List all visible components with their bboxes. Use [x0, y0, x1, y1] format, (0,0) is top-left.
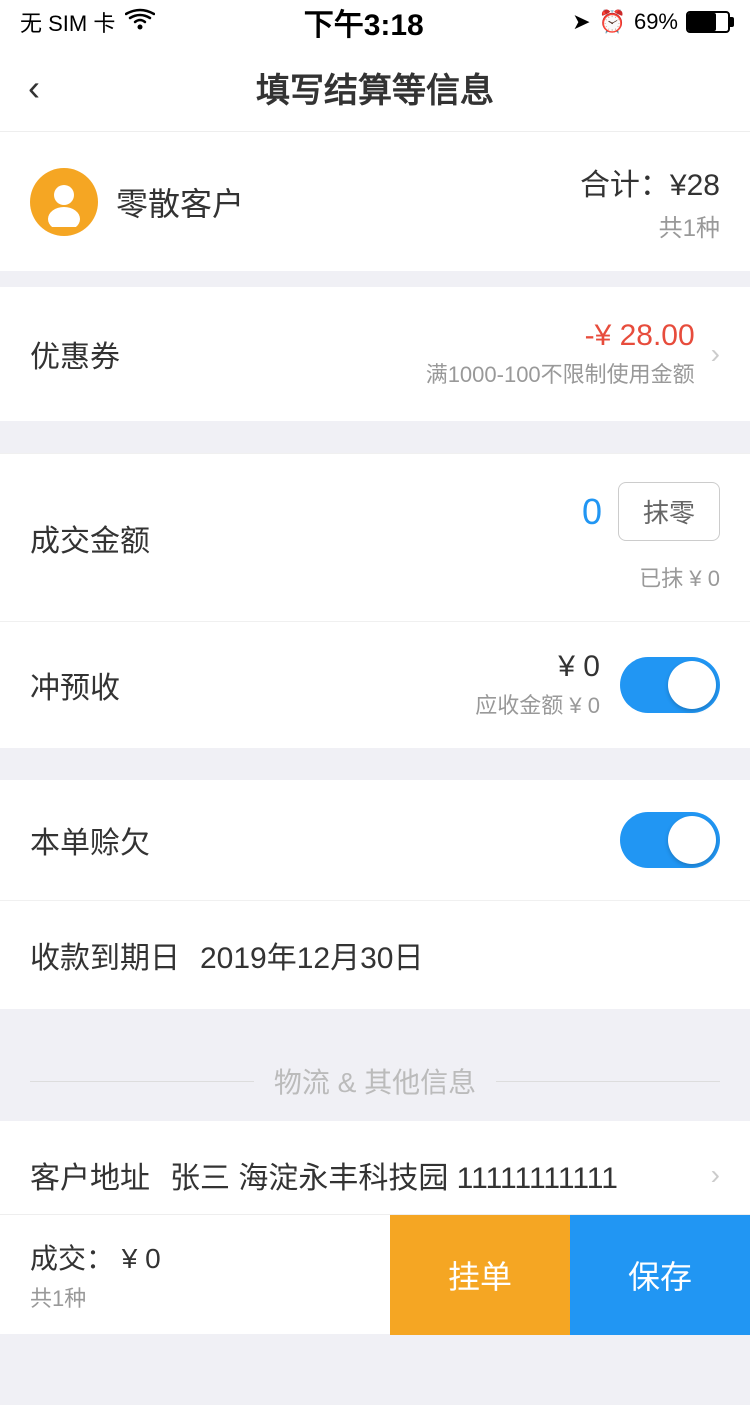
chong-row: 冲预收 ¥ 0 应收金额 ¥ 0: [0, 621, 750, 748]
bottom-deal-amount: 成交： ¥ 0: [30, 1237, 360, 1277]
chong-toggle[interactable]: [620, 657, 720, 713]
round-button[interactable]: 抹零: [618, 482, 720, 541]
credit-section: 本单赊欠 收款到期日 2019年12月30日: [0, 780, 750, 1009]
address-label: 客户地址: [30, 1153, 150, 1197]
chong-values: ¥ 0 应收金额 ¥ 0: [475, 650, 600, 720]
save-button[interactable]: 保存: [570, 1215, 750, 1335]
coupon-label: 优惠券: [30, 332, 120, 376]
transaction-value: 0: [582, 491, 602, 533]
coupon-section: 优惠券 -¥ 28.00 满1000-100不限制使用金额 ›: [0, 287, 750, 421]
page-title: 填写结算等信息: [256, 63, 494, 112]
chong-sub-value: 应收金额 ¥ 0: [475, 688, 600, 720]
customer-right: 合计：¥28 共1种: [580, 160, 720, 243]
customer-section: 零散客户 合计：¥28 共1种: [0, 132, 750, 271]
customer-name: 零散客户: [116, 179, 244, 225]
chong-right: ¥ 0 应收金额 ¥ 0: [475, 650, 720, 720]
coupon-right: -¥ 28.00 满1000-100不限制使用金额 ›: [426, 319, 720, 389]
credit-toggle-thumb: [668, 816, 716, 864]
bottom-deal-value: ¥ 0: [122, 1243, 161, 1274]
location-icon: ➤: [572, 9, 590, 35]
customer-left: 零散客户: [30, 168, 244, 236]
address-value: 张三 海淀永丰科技园 11111111111: [170, 1153, 711, 1197]
toggle-thumb: [668, 661, 716, 709]
status-time: 下午3:18: [304, 0, 424, 44]
coupon-sub: 满1000-100不限制使用金额: [426, 357, 695, 389]
credit-toggle[interactable]: [620, 812, 720, 868]
nav-bar: ‹ 填写结算等信息: [0, 44, 750, 132]
coupon-value-block: -¥ 28.00 满1000-100不限制使用金额: [426, 319, 695, 389]
due-date-row: 收款到期日 2019年12月30日: [0, 900, 750, 1009]
pending-button[interactable]: 挂单: [390, 1215, 570, 1335]
due-date-value: 2019年12月30日: [200, 933, 423, 977]
bottom-deal-label: 成交：: [30, 1243, 114, 1274]
logistics-header: 物流 & 其他信息: [0, 1041, 750, 1121]
address-section: 客户地址 张三 海淀永丰科技园 11111111111 ›: [0, 1121, 750, 1229]
coupon-value: -¥ 28.00: [426, 319, 695, 353]
battery-percent: 69%: [634, 9, 678, 35]
section-divider-1: [0, 437, 750, 453]
battery-icon: [686, 11, 730, 33]
logistics-label: 物流 & 其他信息: [254, 1061, 496, 1101]
chong-label: 冲预收: [30, 663, 120, 707]
coupon-row[interactable]: 优惠券 -¥ 28.00 满1000-100不限制使用金额 ›: [0, 287, 750, 421]
transaction-sub: 已抹 ¥ 0: [639, 561, 720, 593]
status-left: 无 SIM 卡: [20, 6, 155, 38]
address-row[interactable]: 客户地址 张三 海淀永丰科技园 11111111111 ›: [0, 1121, 750, 1229]
chong-main-value: ¥ 0: [475, 650, 600, 684]
status-right: ➤ ⏰ 69%: [572, 9, 730, 35]
due-date-label: 收款到期日: [30, 933, 180, 977]
section-divider-3: [0, 1025, 750, 1041]
bottom-info: 成交： ¥ 0 共1种: [0, 1237, 390, 1313]
credit-row: 本单赊欠: [0, 780, 750, 900]
transaction-label: 成交金额: [30, 516, 150, 560]
total-count: 共1种: [580, 208, 720, 243]
divider-right: [496, 1081, 720, 1082]
credit-label: 本单赊欠: [30, 818, 150, 862]
bottom-count: 共1种: [30, 1281, 360, 1313]
alarm-icon: ⏰: [599, 9, 626, 35]
customer-row: 零散客户 合计：¥28 共1种: [0, 132, 750, 271]
status-bar: 无 SIM 卡 下午3:18 ➤ ⏰ 69%: [0, 0, 750, 44]
divider-left: [30, 1081, 254, 1082]
back-button[interactable]: ‹: [28, 67, 40, 109]
address-chevron-icon: ›: [711, 1159, 720, 1191]
bottom-bar: 成交： ¥ 0 共1种 挂单 保存: [0, 1214, 750, 1334]
avatar: [30, 168, 98, 236]
transaction-row: 成交金额 0 抹零 已抹 ¥ 0: [0, 453, 750, 621]
sim-status: 无 SIM 卡: [20, 6, 115, 38]
wifi-icon: [125, 8, 155, 36]
transaction-section: 成交金额 0 抹零 已抹 ¥ 0 冲预收 ¥ 0 应收金额 ¥ 0: [0, 453, 750, 748]
coupon-chevron-icon: ›: [711, 338, 720, 370]
total-amount: 合计：¥28: [580, 160, 720, 204]
section-divider-2: [0, 764, 750, 780]
